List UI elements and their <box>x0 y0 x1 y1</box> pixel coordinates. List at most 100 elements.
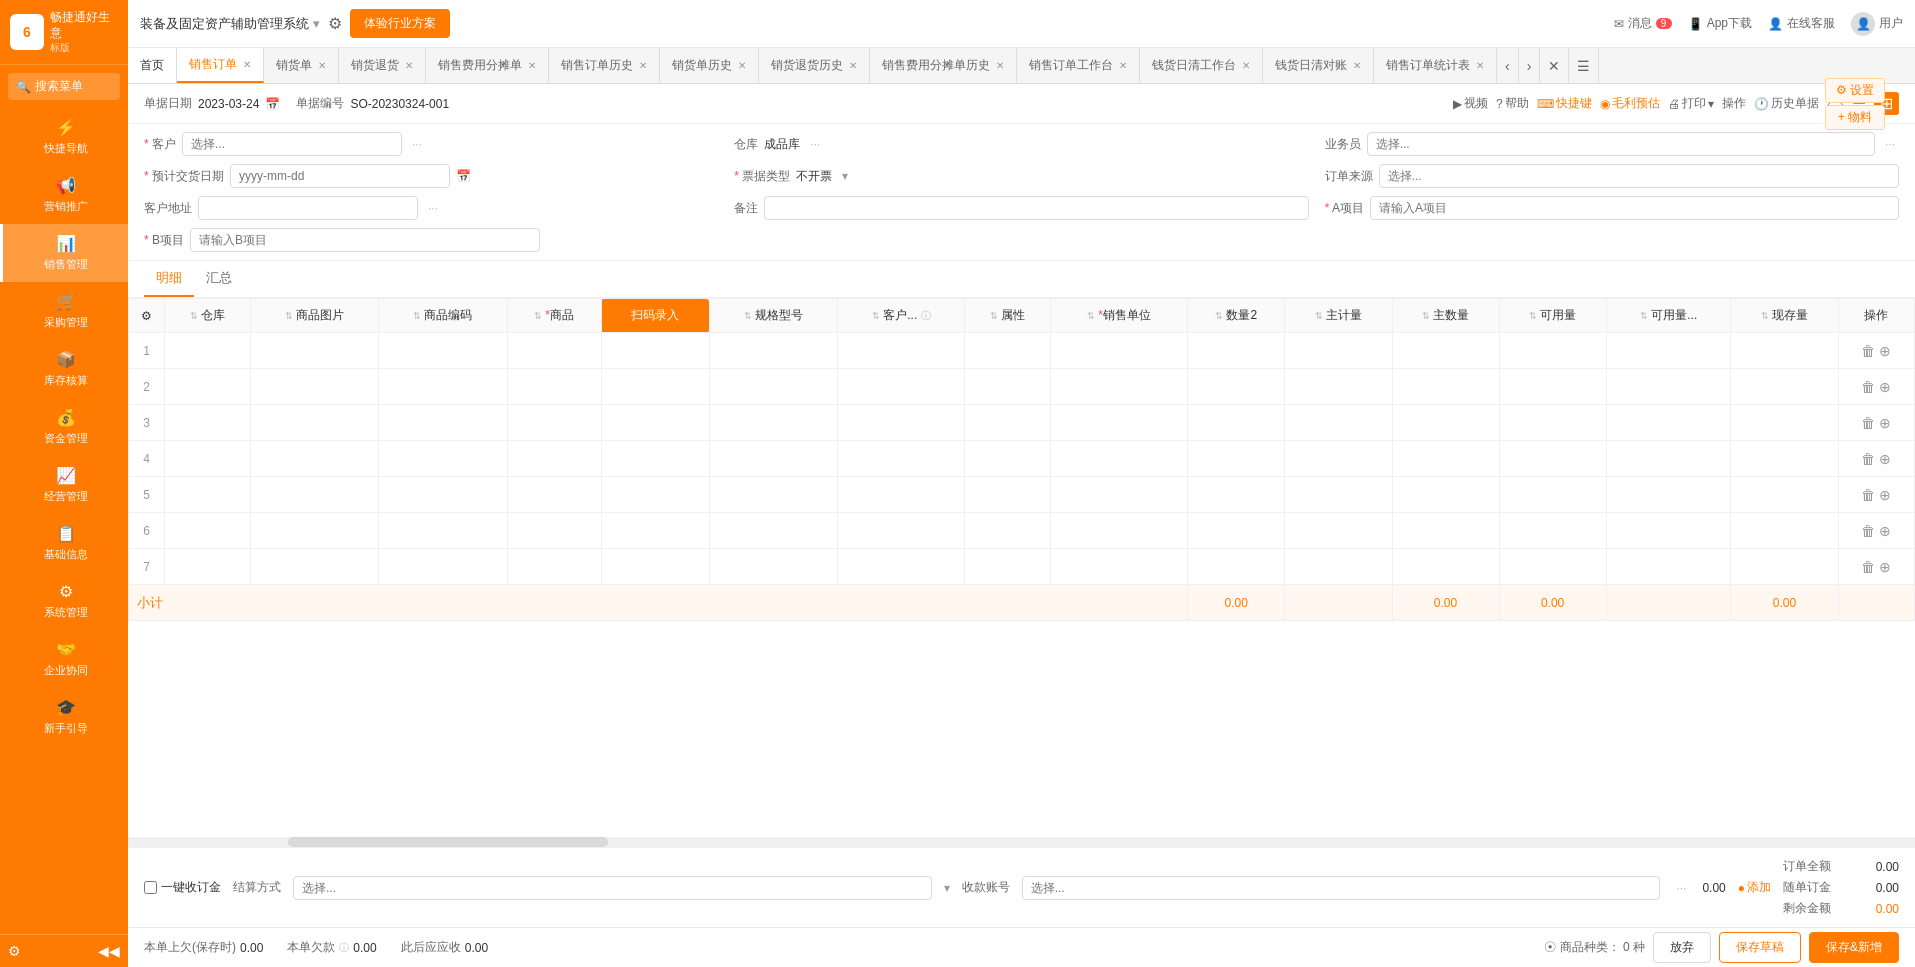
order-source-input[interactable] <box>1379 164 1899 188</box>
sidebar-item-finance[interactable]: 💰 资金管理 <box>0 398 128 456</box>
delete-row-3-button[interactable]: 🗑 <box>1861 415 1875 431</box>
th-available2[interactable]: ⇅ 可用量... <box>1606 299 1731 333</box>
tab-close-sales-order-history[interactable]: ✕ <box>639 60 647 71</box>
account-input[interactable] <box>1022 876 1661 900</box>
settings-button[interactable]: ⚙ 设置 <box>1825 84 1885 103</box>
tab-sales-order[interactable]: 销售订单 ✕ <box>177 48 264 83</box>
th-main-qty[interactable]: ⇅ 主数量 <box>1392 299 1499 333</box>
delivery-date-input[interactable] <box>230 164 450 188</box>
calendar-icon[interactable]: 📅 <box>265 97 280 111</box>
tab-close-all-button[interactable]: ✕ <box>1540 48 1569 83</box>
row-available-1[interactable] <box>1499 333 1606 369</box>
th-qty2[interactable]: ⇅ 数量2 <box>1187 299 1285 333</box>
address-more-btn[interactable]: ··· <box>424 201 442 215</box>
th-warehouse[interactable]: ⇅ 仓库 <box>165 299 251 333</box>
row-scan-1[interactable] <box>601 333 709 369</box>
history-link[interactable]: 🕐 历史单据 <box>1754 95 1819 112</box>
help-link[interactable]: ? 帮助 <box>1496 95 1529 112</box>
one-click-deposit-checkbox[interactable] <box>144 881 157 894</box>
row-goods-1[interactable] <box>507 333 601 369</box>
sidebar-item-enterprise[interactable]: 🤝 企业协同 <box>0 630 128 688</box>
add-payment-button[interactable]: ● 添加 <box>1738 879 1771 896</box>
th-spec[interactable]: ⇅ 规格型号 <box>709 299 837 333</box>
th-available[interactable]: ⇅ 可用量 <box>1499 299 1606 333</box>
save-new-button[interactable]: 保存&新增 <box>1809 932 1899 963</box>
table-settings-icon[interactable]: ⚙ <box>141 309 152 323</box>
copy-row-2-button[interactable]: ⊕ <box>1879 379 1891 395</box>
remark-input[interactable] <box>764 196 1308 220</box>
sidebar-item-system[interactable]: ⚙ 系统管理 <box>0 572 128 630</box>
sidebar-item-basic-info[interactable]: 📋 基础信息 <box>0 514 128 572</box>
sidebar-item-quick-nav[interactable]: ⚡ 快捷导航 <box>0 108 128 166</box>
payment-method-input[interactable] <box>293 876 932 900</box>
th-main-unit[interactable]: ⇅ 主计量 <box>1285 299 1392 333</box>
user-menu-button[interactable]: 👤 用户 <box>1851 12 1903 36</box>
tab-sales-return-history[interactable]: 销货退货历史 ✕ <box>759 48 870 83</box>
row-code-1[interactable] <box>379 333 507 369</box>
row-attribute-1[interactable] <box>965 333 1051 369</box>
invoice-type-dropdown-icon[interactable]: ▾ <box>842 169 848 183</box>
th-settings[interactable]: ⚙ <box>129 299 165 333</box>
th-code[interactable]: ⇅ 商品编码 <box>379 299 507 333</box>
copy-row-3-button[interactable]: ⊕ <box>1879 415 1891 431</box>
b-project-input[interactable] <box>190 228 540 252</box>
tab-sales-invoice[interactable]: 销货单 ✕ <box>264 48 339 83</box>
row-image-1[interactable] <box>250 333 378 369</box>
tab-sales-stats[interactable]: 销售订单统计表 ✕ <box>1374 48 1497 83</box>
tab-close-sales-cost-split-history[interactable]: ✕ <box>996 60 1004 71</box>
salesperson-input[interactable] <box>1367 132 1875 156</box>
calendar2-icon[interactable]: 📅 <box>456 169 471 183</box>
row-unit-1[interactable] <box>1051 333 1188 369</box>
copy-row-6-button[interactable]: ⊕ <box>1879 523 1891 539</box>
tab-menu-button[interactable]: ☰ <box>1569 48 1599 83</box>
tab-close-sales-invoice[interactable]: ✕ <box>318 60 326 71</box>
row-stock-1[interactable] <box>1731 333 1838 369</box>
sidebar-settings-button[interactable]: ⚙ <box>8 943 21 959</box>
add-goods-button[interactable]: + 物料 <box>1825 105 1885 130</box>
print-link[interactable]: 🖨 打印 ▾ <box>1668 95 1714 112</box>
customer-address-input[interactable] <box>198 196 418 220</box>
tab-close-sales-return[interactable]: ✕ <box>405 60 413 71</box>
delete-row-5-button[interactable]: 🗑 <box>1861 487 1875 503</box>
delete-row-6-button[interactable]: 🗑 <box>1861 523 1875 539</box>
delete-row-2-button[interactable]: 🗑 <box>1861 379 1875 395</box>
copy-row-4-button[interactable]: ⊕ <box>1879 451 1891 467</box>
sidebar-item-inventory[interactable]: 📦 库存核算 <box>0 340 128 398</box>
search-menu-button[interactable]: 🔍 搜索菜单 <box>8 73 120 100</box>
a-project-input[interactable] <box>1370 196 1899 220</box>
tab-sales-return[interactable]: 销货退货 ✕ <box>339 48 426 83</box>
tab-sales-cost-split[interactable]: 销售费用分摊单 ✕ <box>426 48 549 83</box>
delete-row-7-button[interactable]: 🗑 <box>1861 559 1875 575</box>
row-main-unit-1[interactable] <box>1285 333 1392 369</box>
th-goods[interactable]: ⇅ *商品 <box>507 299 601 333</box>
sidebar-item-purchase[interactable]: 🛒 采购管理 <box>0 282 128 340</box>
tab-close-daily-reconcile[interactable]: ✕ <box>1353 60 1361 71</box>
row-main-qty-1[interactable] <box>1392 333 1499 369</box>
row-warehouse-1[interactable] <box>165 333 251 369</box>
app-download-button[interactable]: 📱 App下载 <box>1688 15 1752 32</box>
th-image[interactable]: ⇅ 商品图片 <box>250 299 378 333</box>
customer-more-btn[interactable]: ··· <box>408 137 426 151</box>
scrollbar-thumb[interactable] <box>288 837 608 847</box>
tab-close-sales-order[interactable]: ✕ <box>243 59 251 70</box>
actions-link[interactable]: 操作 <box>1722 95 1746 112</box>
tab-detail[interactable]: 明细 <box>144 261 194 297</box>
th-attribute[interactable]: ⇅ 属性 <box>965 299 1051 333</box>
profit-link[interactable]: ◉ 毛利预估 <box>1600 95 1660 112</box>
sidebar-item-marketing[interactable]: 📢 营销推广 <box>0 166 128 224</box>
sidebar-item-guide[interactable]: 🎓 新手引导 <box>0 688 128 746</box>
tab-next-button[interactable]: › <box>1519 48 1541 83</box>
th-unit[interactable]: ⇅ *销售单位 <box>1051 299 1188 333</box>
th-customer-code[interactable]: ⇅ 客户... ⓘ <box>838 299 965 333</box>
th-stock[interactable]: ⇅ 现存量 <box>1731 299 1838 333</box>
tab-daily-clear-workspace[interactable]: 钱货日清工作台 ✕ <box>1140 48 1263 83</box>
tab-sales-order-history[interactable]: 销售订单历史 ✕ <box>549 48 660 83</box>
tab-summary[interactable]: 汇总 <box>194 261 244 297</box>
tab-daily-reconcile[interactable]: 钱货日清对账 ✕ <box>1263 48 1374 83</box>
discard-button[interactable]: 放弃 <box>1653 932 1711 963</box>
tab-home[interactable]: 首页 <box>128 48 177 83</box>
tab-close-sales-stats[interactable]: ✕ <box>1476 60 1484 71</box>
tab-prev-button[interactable]: ‹ <box>1497 48 1519 83</box>
gear-settings-button[interactable]: ⚙ <box>328 14 342 33</box>
row-available2-1[interactable] <box>1606 333 1731 369</box>
